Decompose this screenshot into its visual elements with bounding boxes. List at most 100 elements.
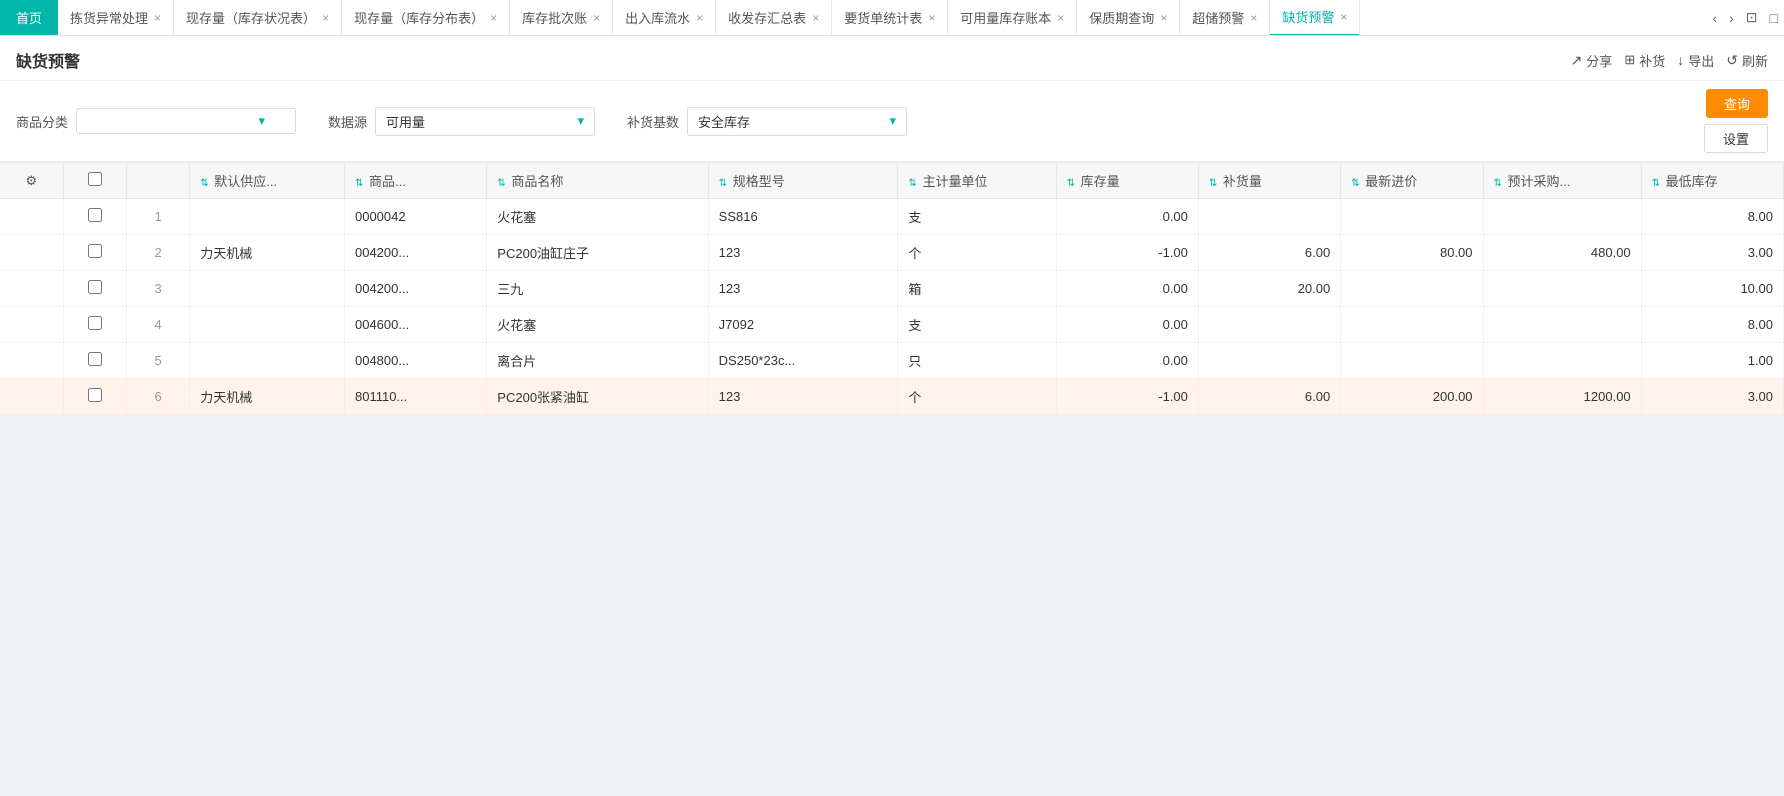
sort-min-icon: ⇅ bbox=[1652, 178, 1660, 189]
row-replenish-qty: 6.00 bbox=[1198, 379, 1340, 415]
row-checkbox-cell[interactable] bbox=[63, 199, 126, 235]
export-label: 导出 bbox=[1688, 51, 1714, 70]
tab-inventory-status-close[interactable]: × bbox=[322, 11, 329, 25]
row-checkbox-cell[interactable] bbox=[63, 379, 126, 415]
row-spec: 123 bbox=[708, 271, 898, 307]
row-unit: 只 bbox=[898, 343, 1056, 379]
col-product-code[interactable]: ⇅ 商品... bbox=[344, 163, 486, 199]
replenish-action[interactable]: ⊞ 补货 bbox=[1624, 51, 1665, 70]
row-checkbox-cell[interactable] bbox=[63, 271, 126, 307]
tab-expiry-query[interactable]: 保质期查询 × bbox=[1077, 0, 1180, 36]
action-buttons: 查询 设置 bbox=[1704, 89, 1768, 153]
share-action[interactable]: ↗ 分享 bbox=[1571, 51, 1613, 70]
row-supplier bbox=[190, 307, 345, 343]
col-default-supplier[interactable]: ⇅ 默认供应... bbox=[190, 163, 345, 199]
tab-maximize-button[interactable]: □ bbox=[1764, 6, 1784, 30]
tab-prev-button[interactable]: ‹ bbox=[1706, 6, 1723, 30]
row-checkbox-cell[interactable] bbox=[63, 307, 126, 343]
row-name: 火花塞 bbox=[487, 199, 708, 235]
row-code: 801110... bbox=[344, 379, 486, 415]
share-label: 分享 bbox=[1586, 51, 1612, 70]
sort-replenish-icon: ⇅ bbox=[1209, 178, 1217, 189]
category-select[interactable]: ▾ bbox=[76, 108, 296, 134]
table-row: 3 004200... 三九 123 箱 0.00 20.00 10.00 bbox=[0, 271, 1784, 307]
row-gear-cell bbox=[0, 307, 63, 343]
row-stock: -1.00 bbox=[1056, 235, 1198, 271]
col-replenish-qty[interactable]: ⇅ 补货量 bbox=[1198, 163, 1340, 199]
col-replenish-label: 补货量 bbox=[1223, 174, 1262, 189]
tab-inventory-dist[interactable]: 现存量（库存分布表） × bbox=[342, 0, 510, 36]
row-num-cell: 6 bbox=[127, 379, 190, 415]
query-button[interactable]: 查询 bbox=[1706, 89, 1768, 118]
row-unit: 个 bbox=[898, 379, 1056, 415]
sort-unit-icon: ⇅ bbox=[908, 178, 916, 189]
tab-exception[interactable]: 拣货异常处理 × bbox=[58, 0, 174, 36]
tab-overstock-close[interactable]: × bbox=[1250, 11, 1257, 25]
row-checkbox-cell[interactable] bbox=[63, 343, 126, 379]
row-checkbox[interactable] bbox=[88, 352, 102, 366]
row-spec: J7092 bbox=[708, 307, 898, 343]
col-gear[interactable]: ⚙ bbox=[0, 163, 63, 199]
page-content: 缺货预警 ↗ 分享 ⊞ 补货 ↓ 导出 ↺ 刷新 商品分类 bbox=[0, 36, 1784, 415]
row-gear-cell bbox=[0, 343, 63, 379]
tab-shortage-close[interactable]: × bbox=[1340, 10, 1347, 24]
tab-batch-account-close[interactable]: × bbox=[593, 11, 600, 25]
tab-inout-flow[interactable]: 出入库流水 × bbox=[613, 0, 716, 36]
row-code: 004200... bbox=[344, 271, 486, 307]
tab-overstock-label: 超储预警 bbox=[1192, 8, 1244, 27]
tab-receive-summary-close[interactable]: × bbox=[812, 11, 819, 25]
tab-exception-close[interactable]: × bbox=[154, 11, 161, 25]
row-checkbox[interactable] bbox=[88, 280, 102, 294]
table-row: 5 004800... 离合片 DS250*23c... 只 0.00 1.00 bbox=[0, 343, 1784, 379]
tab-receive-summary-label: 收发存汇总表 bbox=[728, 8, 806, 27]
row-unit: 支 bbox=[898, 307, 1056, 343]
row-spec: SS816 bbox=[708, 199, 898, 235]
col-product-name[interactable]: ⇅ 商品名称 bbox=[487, 163, 708, 199]
row-latest-price bbox=[1341, 199, 1483, 235]
tab-inventory-status[interactable]: 现存量（库存状况表） × bbox=[174, 0, 342, 36]
refresh-action[interactable]: ↺ 刷新 bbox=[1726, 51, 1768, 70]
sort-name-icon: ⇅ bbox=[497, 178, 505, 189]
col-spec[interactable]: ⇅ 规格型号 bbox=[708, 163, 898, 199]
tab-expiry-query-close[interactable]: × bbox=[1160, 11, 1167, 25]
row-stock: -1.00 bbox=[1056, 379, 1198, 415]
tab-home[interactable]: 首页 bbox=[0, 0, 58, 36]
tab-inventory-dist-close[interactable]: × bbox=[490, 11, 497, 25]
tab-order-stats-close[interactable]: × bbox=[928, 11, 935, 25]
select-all-checkbox[interactable] bbox=[88, 172, 102, 186]
row-num-cell: 4 bbox=[127, 307, 190, 343]
row-checkbox[interactable] bbox=[88, 244, 102, 258]
tab-receive-summary[interactable]: 收发存汇总表 × bbox=[716, 0, 832, 36]
datasource-select[interactable]: 可用量 ▾ bbox=[375, 107, 595, 136]
tab-available-ledger-close[interactable]: × bbox=[1057, 11, 1064, 25]
sort-est-icon: ⇅ bbox=[1494, 178, 1502, 189]
col-stock[interactable]: ⇅ 库存量 bbox=[1056, 163, 1198, 199]
tab-shortage[interactable]: 缺货预警 × bbox=[1270, 0, 1360, 36]
tab-next-button[interactable]: › bbox=[1723, 6, 1740, 30]
row-min-stock: 3.00 bbox=[1641, 235, 1783, 271]
tab-available-ledger[interactable]: 可用量库存账本 × bbox=[948, 0, 1077, 36]
col-latest-price[interactable]: ⇅ 最新进价 bbox=[1341, 163, 1483, 199]
tab-order-stats[interactable]: 要货单统计表 × bbox=[832, 0, 948, 36]
col-checkbox[interactable] bbox=[63, 163, 126, 199]
export-action[interactable]: ↓ 导出 bbox=[1677, 51, 1714, 70]
tab-restore-button[interactable]: ⊡ bbox=[1740, 5, 1764, 30]
row-gear-cell bbox=[0, 199, 63, 235]
col-estimated-purchase[interactable]: ⇅ 预计采购... bbox=[1483, 163, 1641, 199]
replenish-basis-select[interactable]: 安全库存 ▾ bbox=[687, 107, 907, 136]
tab-overstock[interactable]: 超储预警 × bbox=[1180, 0, 1270, 36]
row-latest-price: 80.00 bbox=[1341, 235, 1483, 271]
row-supplier bbox=[190, 199, 345, 235]
row-checkbox[interactable] bbox=[88, 388, 102, 402]
col-unit[interactable]: ⇅ 主计量单位 bbox=[898, 163, 1056, 199]
col-min-stock[interactable]: ⇅ 最低库存 bbox=[1641, 163, 1783, 199]
col-supplier-label: 默认供应... bbox=[214, 174, 277, 189]
tab-batch-account[interactable]: 库存批次账 × bbox=[510, 0, 613, 36]
row-checkbox[interactable] bbox=[88, 316, 102, 330]
row-checkbox[interactable] bbox=[88, 208, 102, 222]
settings-button[interactable]: 设置 bbox=[1704, 124, 1768, 153]
row-checkbox-cell[interactable] bbox=[63, 235, 126, 271]
tab-inout-flow-close[interactable]: × bbox=[696, 11, 703, 25]
row-supplier: 力天机械 bbox=[190, 235, 345, 271]
table-row: 6 力天机械 801110... PC200张紧油缸 123 个 -1.00 6… bbox=[0, 379, 1784, 415]
